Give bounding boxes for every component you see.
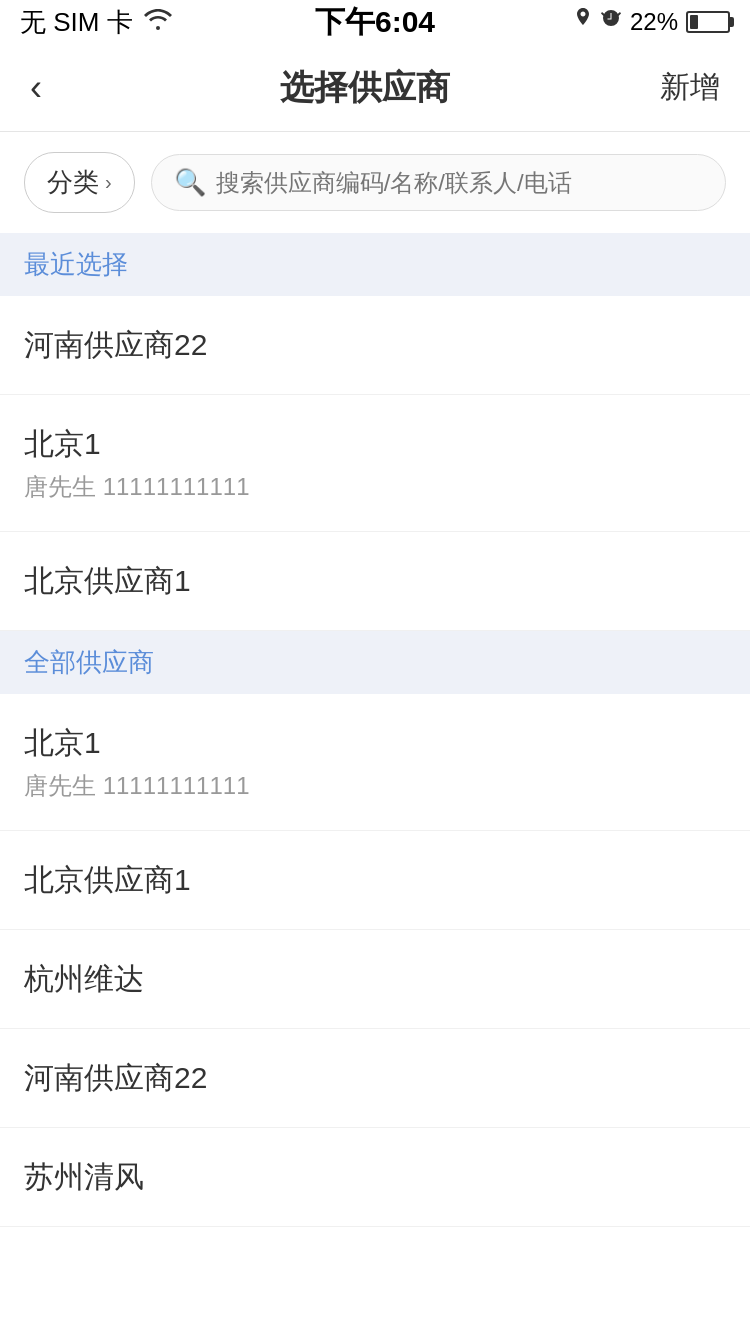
recent-list-item[interactable]: 北京1 唐先生 11111111111 — [0, 395, 750, 532]
back-button[interactable]: ‹ — [30, 67, 90, 109]
add-button[interactable]: 新增 — [640, 67, 720, 108]
location-icon — [574, 8, 592, 36]
status-time: 下午6:04 — [315, 2, 435, 43]
item-sub: 唐先生 11111111111 — [24, 471, 726, 503]
item-name: 杭州维达 — [24, 958, 726, 1000]
item-name: 河南供应商22 — [24, 1057, 726, 1099]
all-list-item[interactable]: 苏州清风 — [0, 1128, 750, 1227]
wifi-icon — [143, 7, 173, 38]
recent-list-item[interactable]: 河南供应商22 — [0, 296, 750, 395]
category-filter-button[interactable]: 分类 › — [24, 152, 135, 213]
all-list-item[interactable]: 河南供应商22 — [0, 1029, 750, 1128]
battery-percent: 22% — [630, 8, 678, 36]
recent-section-header: 最近选择 — [0, 233, 750, 296]
alarm-icon — [600, 8, 622, 36]
battery-icon — [686, 11, 730, 33]
all-list-item[interactable]: 杭州维达 — [0, 930, 750, 1029]
item-name: 北京1 — [24, 423, 726, 465]
item-name: 北京供应商1 — [24, 859, 726, 901]
category-label: 分类 — [47, 165, 99, 200]
filter-bar: 分类 › 🔍 — [0, 132, 750, 233]
item-name: 北京1 — [24, 722, 726, 764]
item-name: 北京供应商1 — [24, 560, 726, 602]
item-name: 河南供应商22 — [24, 324, 726, 366]
nav-bar: ‹ 选择供应商 新增 — [0, 44, 750, 132]
all-list-item[interactable]: 北京1 唐先生 11111111111 — [0, 694, 750, 831]
item-sub: 唐先生 11111111111 — [24, 770, 726, 802]
all-section-label: 全部供应商 — [24, 647, 154, 677]
search-input[interactable] — [216, 169, 703, 197]
item-name: 苏州清风 — [24, 1156, 726, 1198]
status-bar: 无 SIM 卡 下午6:04 22% — [0, 0, 750, 44]
recent-list-item[interactable]: 北京供应商1 — [0, 532, 750, 631]
carrier-label: 无 SIM 卡 — [20, 5, 133, 40]
chevron-right-icon: › — [105, 171, 112, 194]
page-title: 选择供应商 — [90, 65, 640, 111]
all-list: 北京1 唐先生 11111111111 北京供应商1 杭州维达河南供应商22 苏州清风 — [0, 694, 750, 1227]
status-right: 22% — [574, 8, 730, 36]
all-section-header: 全部供应商 — [0, 631, 750, 694]
recent-list: 河南供应商22 北京1 唐先生 11111111111 北京供应商1 — [0, 296, 750, 631]
all-list-item[interactable]: 北京供应商1 — [0, 831, 750, 930]
recent-section-label: 最近选择 — [24, 249, 128, 279]
search-box[interactable]: 🔍 — [151, 154, 726, 211]
status-left: 无 SIM 卡 — [20, 5, 173, 40]
search-icon: 🔍 — [174, 167, 206, 198]
